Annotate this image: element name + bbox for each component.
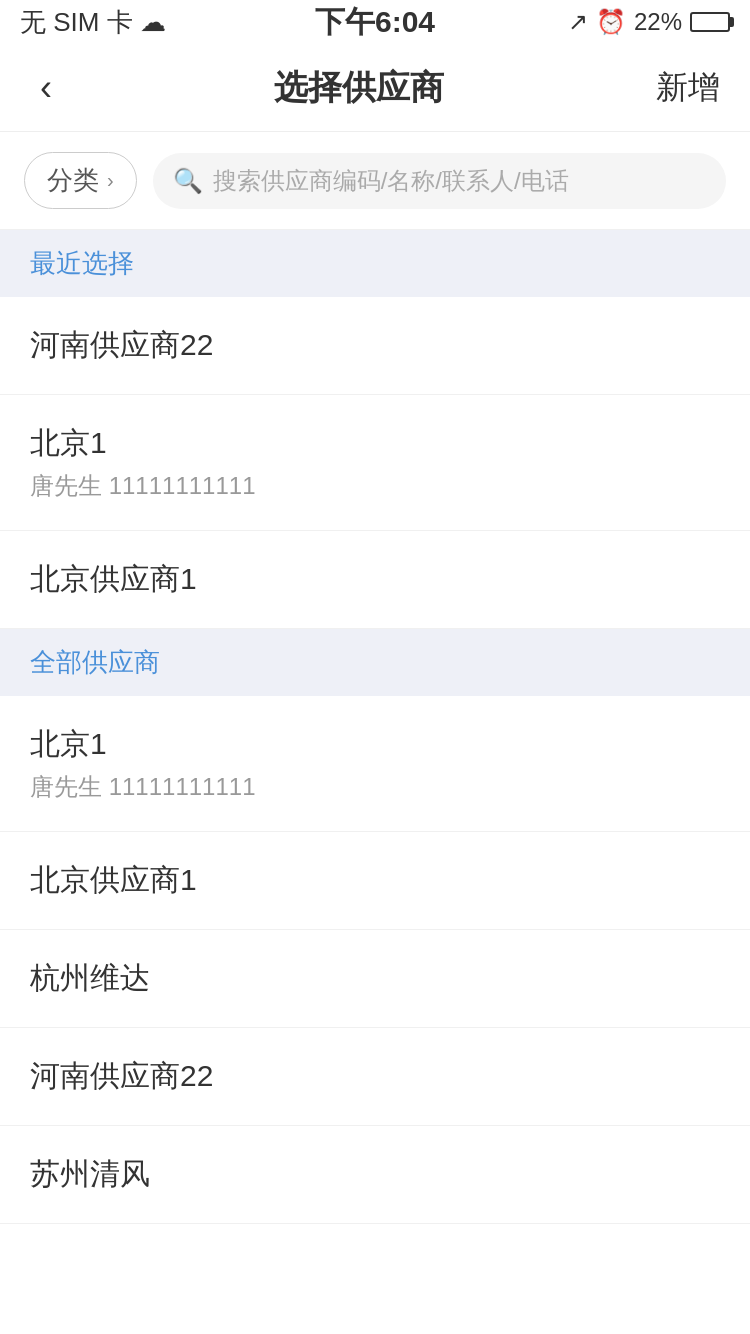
recent-list: 河南供应商22 北京1 唐先生 11111111111 北京供应商1 <box>0 297 750 629</box>
item-name: 苏州清风 <box>30 1154 720 1195</box>
category-button[interactable]: 分类 › <box>24 152 137 209</box>
filter-bar: 分类 › 🔍 搜索供应商编码/名称/联系人/电话 <box>0 132 750 230</box>
item-sub: 唐先生 11111111111 <box>30 470 720 502</box>
item-sub: 唐先生 11111111111 <box>30 771 720 803</box>
item-name: 河南供应商22 <box>30 325 720 366</box>
search-box[interactable]: 🔍 搜索供应商编码/名称/联系人/电话 <box>153 153 726 209</box>
category-label: 分类 <box>47 163 99 198</box>
status-right: ↗ ⏰ 22% <box>568 8 730 36</box>
item-name: 杭州维达 <box>30 958 720 999</box>
item-name: 北京1 <box>30 724 720 765</box>
all-section-label: 全部供应商 <box>30 647 160 677</box>
all-list-item[interactable]: 北京供应商1 <box>0 832 750 930</box>
alarm-icon: ⏰ <box>596 8 626 36</box>
add-button[interactable]: 新增 <box>656 66 720 110</box>
recent-list-item[interactable]: 北京供应商1 <box>0 531 750 629</box>
all-list: 北京1 唐先生 11111111111 北京供应商1 杭州维达河南供应商22 苏州清风 <box>0 696 750 1224</box>
item-name: 北京1 <box>30 423 720 464</box>
chevron-right-icon: › <box>107 169 114 192</box>
nav-bar: ‹ 选择供应商 新增 <box>0 44 750 132</box>
status-left: 无 SIM 卡 ☁ <box>20 5 166 40</box>
recent-section-header: 最近选择 <box>0 230 750 297</box>
page-title: 选择供应商 <box>274 65 444 111</box>
all-list-item[interactable]: 苏州清风 <box>0 1126 750 1224</box>
recent-section-label: 最近选择 <box>30 248 134 278</box>
status-bar: 无 SIM 卡 ☁ 下午6:04 ↗ ⏰ 22% <box>0 0 750 44</box>
all-list-item[interactable]: 杭州维达 <box>0 930 750 1028</box>
item-name: 北京供应商1 <box>30 860 720 901</box>
item-name: 北京供应商1 <box>30 559 720 600</box>
search-icon: 🔍 <box>173 167 203 195</box>
status-time: 下午6:04 <box>315 2 435 43</box>
battery-icon <box>690 12 730 32</box>
sim-label: 无 SIM 卡 ☁ <box>20 5 166 40</box>
all-list-item[interactable]: 北京1 唐先生 11111111111 <box>0 696 750 832</box>
recent-list-item[interactable]: 河南供应商22 <box>0 297 750 395</box>
back-button[interactable]: ‹ <box>30 57 62 119</box>
item-name: 河南供应商22 <box>30 1056 720 1097</box>
all-section-header: 全部供应商 <box>0 629 750 696</box>
all-list-item[interactable]: 河南供应商22 <box>0 1028 750 1126</box>
battery-label: 22% <box>634 8 682 36</box>
location-icon: ↗ <box>568 8 588 36</box>
recent-list-item[interactable]: 北京1 唐先生 11111111111 <box>0 395 750 531</box>
search-placeholder: 搜索供应商编码/名称/联系人/电话 <box>213 165 569 197</box>
